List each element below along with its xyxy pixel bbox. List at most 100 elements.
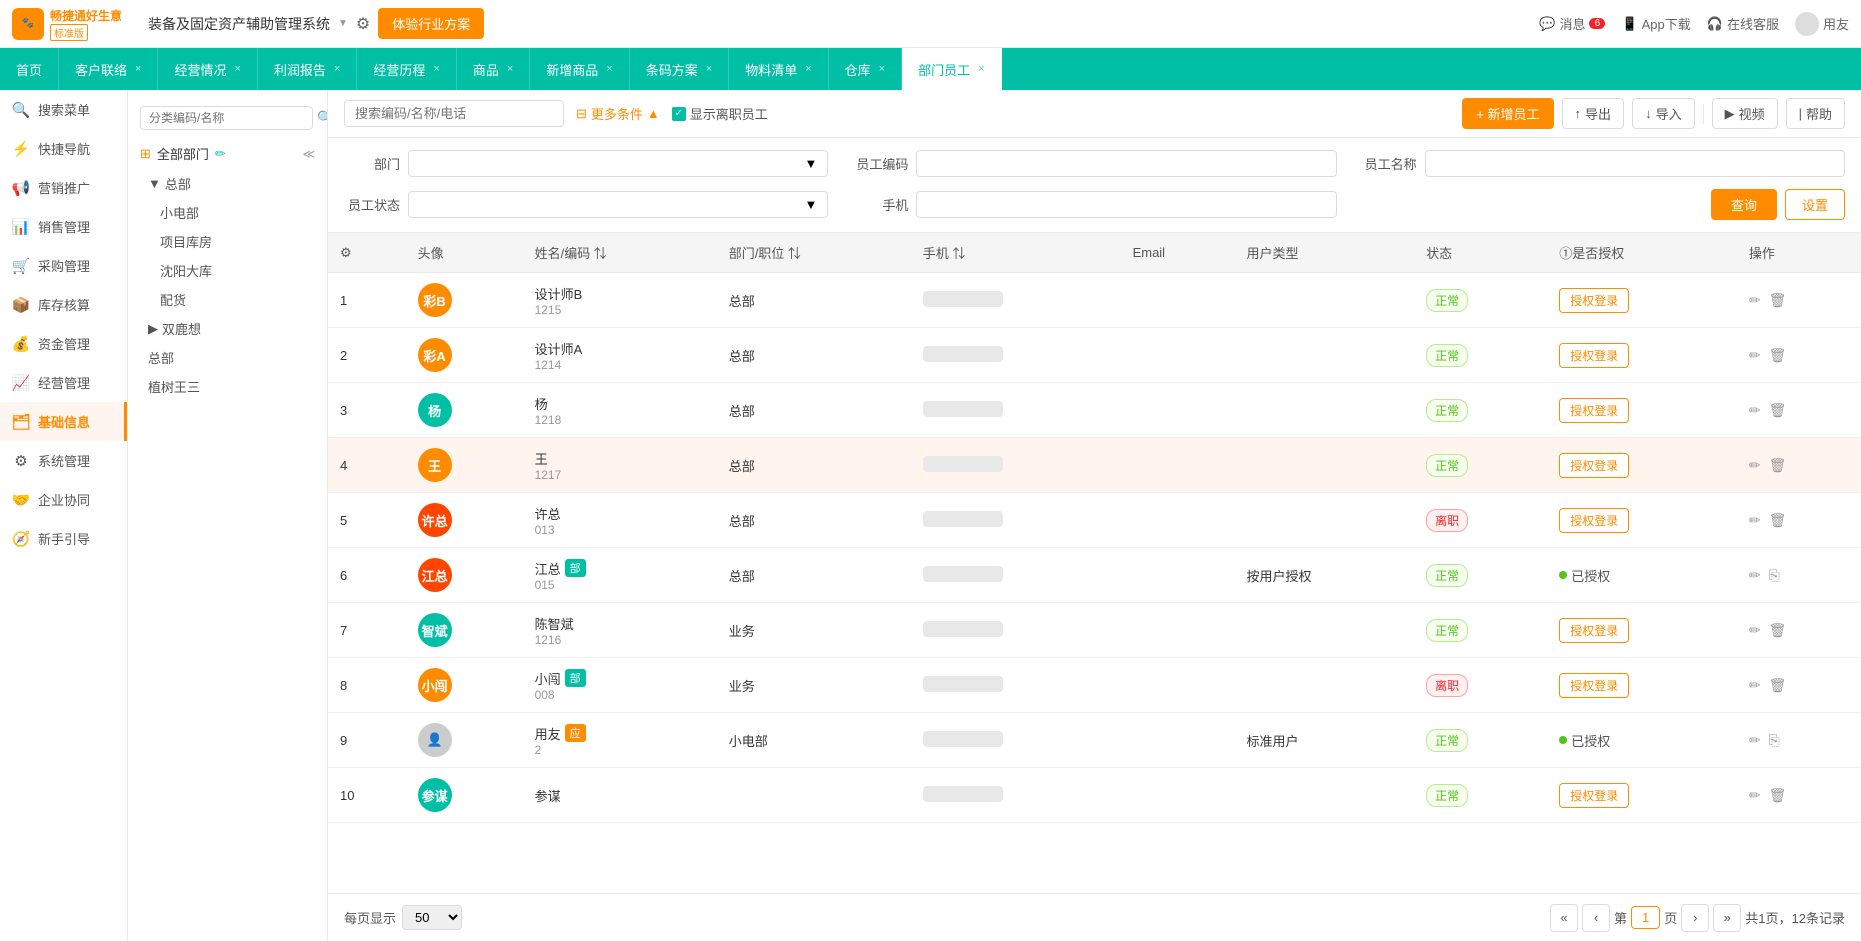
- edit-icon[interactable]: ✏: [1749, 402, 1761, 419]
- per-page-select[interactable]: 50 20 100: [402, 905, 462, 930]
- import-btn[interactable]: ↓ 导入: [1632, 98, 1695, 129]
- auth-btn[interactable]: 授权登录: [1559, 618, 1629, 643]
- search-input[interactable]: [344, 100, 564, 127]
- delete-icon[interactable]: 🗑: [1769, 457, 1787, 474]
- first-page-btn[interactable]: «: [1550, 904, 1578, 932]
- delete-icon[interactable]: 🗑: [1769, 677, 1787, 694]
- edit-icon[interactable]: ✏: [1749, 347, 1761, 364]
- col-dept[interactable]: 部门/职位 ⇅: [717, 233, 911, 273]
- sidebar-item-guide[interactable]: 🧭 新手引导: [0, 519, 127, 558]
- tab-home[interactable]: 首页: [0, 48, 59, 90]
- edit-icon[interactable]: ✏: [1749, 567, 1761, 584]
- tab-history[interactable]: 经营历程×: [357, 48, 456, 90]
- tree-node-shenyang[interactable]: 沈阳大库: [128, 256, 327, 285]
- tab-operation[interactable]: 经营情况×: [158, 48, 257, 90]
- edit-icon[interactable]: ✏: [1749, 677, 1761, 694]
- emp-name-input[interactable]: [1425, 150, 1845, 177]
- sidebar-item-operation[interactable]: 📈 经营管理: [0, 363, 127, 402]
- query-btn[interactable]: 查询: [1711, 189, 1777, 220]
- sidebar-item-sales[interactable]: 📊 销售管理: [0, 207, 127, 246]
- phone-blur: [923, 401, 1003, 417]
- tab-goods[interactable]: 商品×: [457, 48, 530, 90]
- edit-icon[interactable]: ✏: [1749, 512, 1761, 529]
- tab-bom[interactable]: 物料清单×: [729, 48, 828, 90]
- tab-barcode[interactable]: 条码方案×: [630, 48, 729, 90]
- emp-code-input[interactable]: [916, 150, 1336, 177]
- tab-add-goods[interactable]: 新增商品×: [530, 48, 629, 90]
- tree-edit-icon[interactable]: ✏: [215, 146, 226, 162]
- message-btn[interactable]: 💬 消息 6: [1539, 14, 1605, 33]
- tree-node-zongbu2[interactable]: 总部: [128, 343, 327, 372]
- delete-icon[interactable]: 🗑: [1769, 402, 1787, 419]
- status-badge: 正常: [1426, 564, 1468, 587]
- auth-btn[interactable]: 授权登录: [1559, 288, 1629, 313]
- user-area[interactable]: 用友: [1795, 12, 1849, 36]
- add-employee-btn[interactable]: + 新增员工: [1462, 98, 1553, 129]
- avatar: 👤: [418, 723, 452, 757]
- delete-icon[interactable]: 🗑: [1769, 347, 1787, 364]
- show-resigned-toggle[interactable]: ✓ 显示离职员工: [672, 104, 768, 123]
- tree-collapse-btn[interactable]: ≪: [302, 147, 315, 161]
- delete-icon[interactable]: 🗑: [1769, 622, 1787, 639]
- more-conditions-btn[interactable]: ⊟ 更多条件 ▲: [576, 104, 660, 123]
- tab-profit[interactable]: 利润报告×: [258, 48, 357, 90]
- status-badge: 离职: [1426, 674, 1468, 697]
- tree-node-shuanglu[interactable]: ▶ 双鹿想: [128, 314, 327, 343]
- edit-icon[interactable]: ✏: [1749, 292, 1761, 309]
- tab-warehouse[interactable]: 仓库×: [829, 48, 902, 90]
- sidebar-item-inventory[interactable]: 📦 库存核算: [0, 285, 127, 324]
- resigned-checkbox[interactable]: ✓: [672, 107, 686, 121]
- view-btn[interactable]: ▶ 视频: [1712, 98, 1778, 129]
- dept-select[interactable]: ▼: [408, 150, 828, 177]
- tree-node-xiaodian[interactable]: 小电部: [128, 198, 327, 227]
- delete-icon[interactable]: 🗑: [1769, 512, 1787, 529]
- tab-customer[interactable]: 客户联络×: [59, 48, 158, 90]
- edit-icon[interactable]: ✏: [1749, 457, 1761, 474]
- edit-icon[interactable]: ✏: [1749, 622, 1761, 639]
- delete-icon[interactable]: 🗑: [1769, 787, 1787, 804]
- last-page-btn[interactable]: »: [1713, 904, 1741, 932]
- sidebar-item-purchase[interactable]: 🛒 采购管理: [0, 246, 127, 285]
- online-service-btn[interactable]: 🎧 在线客服: [1707, 14, 1779, 33]
- copy-icon[interactable]: ⎘: [1769, 732, 1780, 749]
- tree-node-xiangmu[interactable]: 项目库房: [128, 227, 327, 256]
- sidebar-item-finance[interactable]: 💰 资金管理: [0, 324, 127, 363]
- reset-btn[interactable]: 设置: [1785, 189, 1845, 220]
- tab-department[interactable]: 部门员工×: [902, 48, 1001, 90]
- tree-node-peihuo[interactable]: 配货: [128, 285, 327, 314]
- auth-btn[interactable]: 授权登录: [1559, 673, 1629, 698]
- sidebar-item-basic[interactable]: 🗂 基础信息: [0, 402, 127, 441]
- tree-search-icon[interactable]: 🔍: [317, 110, 328, 126]
- app-download-btn[interactable]: 📱 App下载: [1621, 14, 1690, 33]
- sidebar-item-shortcut[interactable]: ⚡ 快捷导航: [0, 129, 127, 168]
- edit-icon[interactable]: ✏: [1749, 732, 1761, 749]
- export-btn[interactable]: ↑ 导出: [1562, 98, 1625, 129]
- right-content: ⊟ 更多条件 ▲ ✓ 显示离职员工 + 新增员工 ↑ 导出 ↓ 导: [328, 90, 1861, 941]
- next-page-btn[interactable]: ›: [1681, 904, 1709, 932]
- auth-btn[interactable]: 授权登录: [1559, 783, 1629, 808]
- prev-page-btn[interactable]: ‹: [1582, 904, 1610, 932]
- experience-btn[interactable]: 体验行业方案: [378, 8, 484, 39]
- sidebar-item-collab[interactable]: 🤝 企业协同: [0, 480, 127, 519]
- auth-btn[interactable]: 授权登录: [1559, 453, 1629, 478]
- auth-btn[interactable]: 授权登录: [1559, 508, 1629, 533]
- system-title-dropdown[interactable]: ▼: [338, 18, 348, 29]
- auth-btn[interactable]: 授权登录: [1559, 398, 1629, 423]
- phone-input[interactable]: [916, 191, 1336, 218]
- settings-icon[interactable]: ⚙: [356, 14, 370, 34]
- delete-icon[interactable]: 🗑: [1769, 292, 1787, 309]
- col-phone[interactable]: 手机 ⇅: [911, 233, 1121, 273]
- col-settings[interactable]: ⚙: [328, 233, 406, 273]
- auth-btn[interactable]: 授权登录: [1559, 343, 1629, 368]
- copy-icon[interactable]: ⎘: [1769, 567, 1780, 584]
- tree-node-zongbu[interactable]: ▼ 总部: [128, 169, 327, 198]
- edit-icon[interactable]: ✏: [1749, 787, 1761, 804]
- tree-search-input[interactable]: [140, 106, 313, 130]
- col-name[interactable]: 姓名/编码 ⇅: [523, 233, 717, 273]
- sidebar-item-search[interactable]: 🔍 搜索菜单: [0, 90, 127, 129]
- tree-node-zhishu[interactable]: 植树王三: [128, 372, 327, 401]
- sidebar-item-system[interactable]: ⚙ 系统管理: [0, 441, 127, 480]
- sidebar-item-marketing[interactable]: 📢 营销推广: [0, 168, 127, 207]
- status-select[interactable]: ▼: [408, 191, 828, 218]
- help-btn[interactable]: | 帮助: [1786, 98, 1845, 129]
